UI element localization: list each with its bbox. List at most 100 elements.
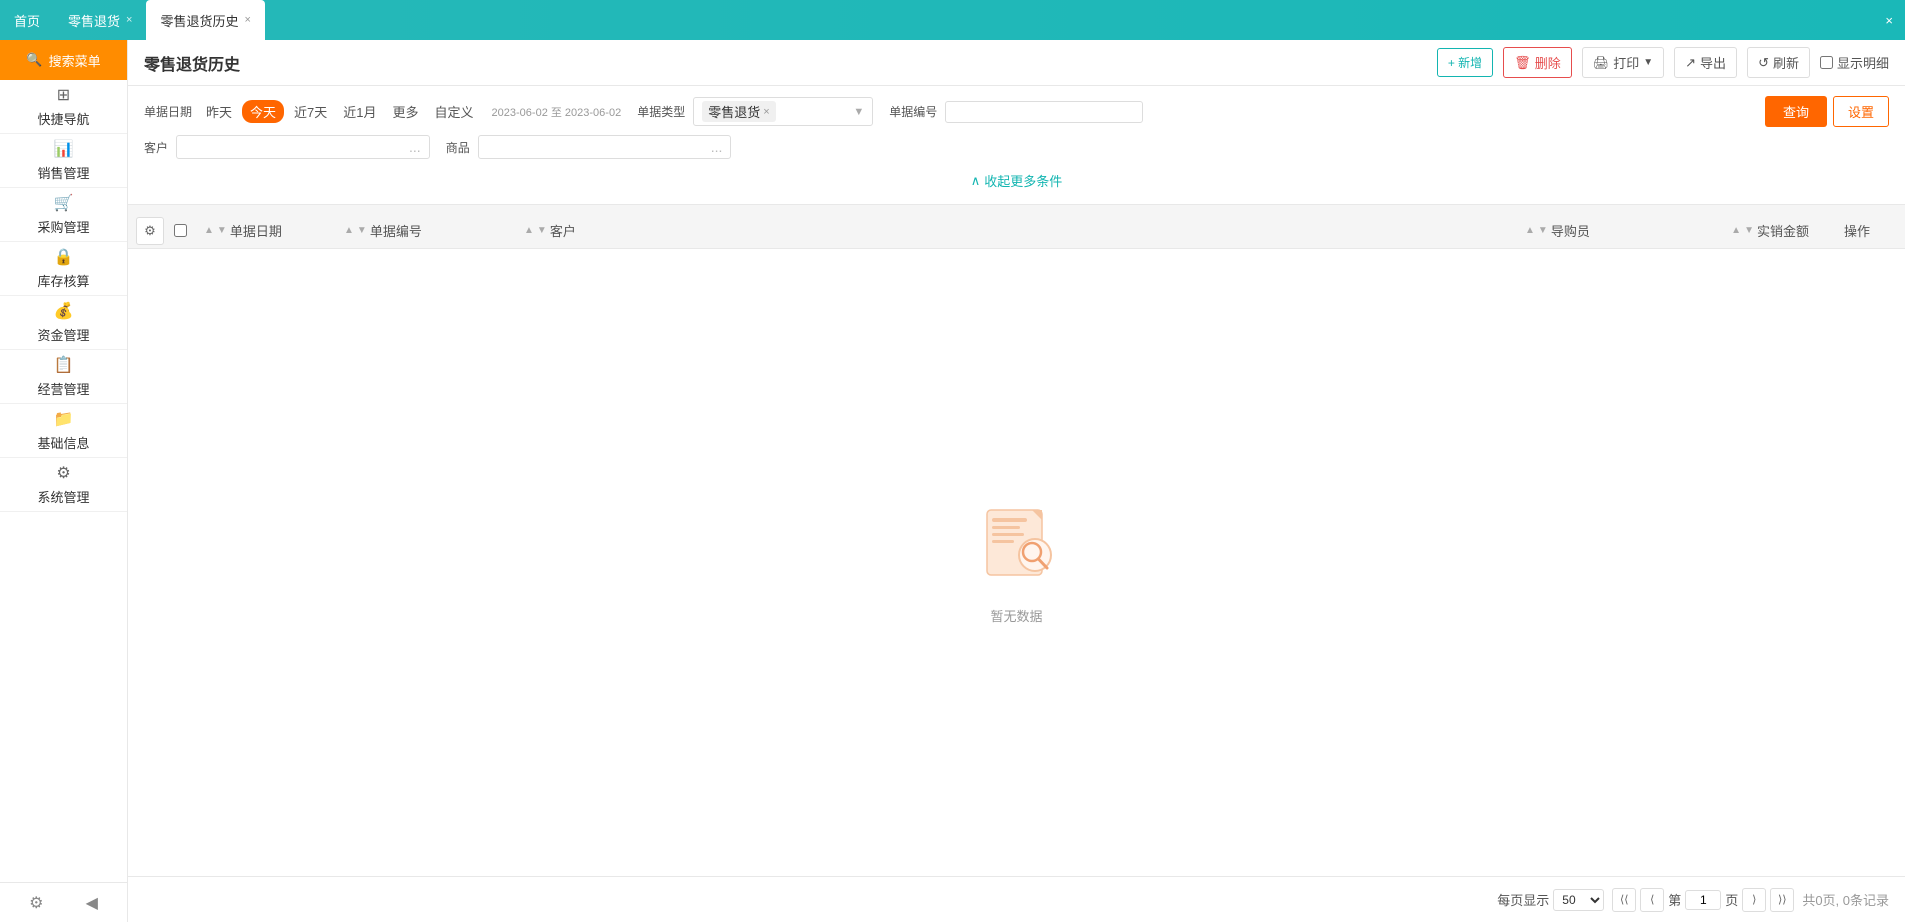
tab-return-history[interactable]: 零售退货历史 × <box>146 0 264 40</box>
tab-home[interactable]: 首页 <box>0 0 54 40</box>
table-select-all[interactable] <box>174 224 187 237</box>
settings-button[interactable]: 设置 <box>1833 96 1889 127</box>
sidebar-item-system[interactable]: ⚙ 系统管理 <box>0 458 127 512</box>
th-date[interactable]: ▲ ▼ 单据日期 <box>196 221 336 240</box>
sidebar-item-inventory[interactable]: 🔒 库存核算 <box>0 242 127 296</box>
refresh-button[interactable]: ↺ 刷新 <box>1747 47 1810 78</box>
goods-filter-label: 商品 <box>446 139 470 156</box>
th-num[interactable]: ▲ ▼ 单据编号 <box>336 221 516 240</box>
th-num-label: 单据编号 <box>370 221 422 240</box>
refresh-label: 刷新 <box>1773 53 1799 72</box>
sort-down-icon-2: ▼ <box>357 225 367 236</box>
print-dropdown-icon: ▼ <box>1643 57 1653 68</box>
sidebar-item-operations[interactable]: 📋 经营管理 <box>0 350 127 404</box>
sidebar: 🔍 搜索菜单 ⊞ 快捷导航 📊 销售管理 🛒 采购管理 🔒 库存核算 💰 <box>0 40 128 922</box>
sidebar-search[interactable]: 🔍 搜索菜单 <box>0 40 127 80</box>
delete-icon: 🗑 <box>1514 55 1531 71</box>
sort-up-icon-4: ▲ <box>1525 225 1535 236</box>
goods-input-wrap: ... <box>478 135 732 159</box>
type-tag-close[interactable]: × <box>763 106 769 118</box>
main-layout: 🔍 搜索菜单 ⊞ 快捷导航 📊 销售管理 🛒 采购管理 🔒 库存核算 💰 <box>0 40 1905 922</box>
filter-action-buttons: 查询 设置 <box>1765 96 1889 127</box>
export-button[interactable]: ↗ 导出 <box>1674 47 1737 78</box>
display-detail-label: 显示明细 <box>1837 53 1889 72</box>
page-next-btn[interactable]: ⟩ <box>1742 888 1766 912</box>
operations-icon: 📋 <box>54 355 74 375</box>
tab-return-label: 零售退货 <box>68 11 120 30</box>
th-guide[interactable]: ▲ ▼ 导购员 <box>1517 221 1697 240</box>
th-amount[interactable]: ▲ ▼ 实销金额 <box>1697 221 1817 240</box>
sidebar-item-sales[interactable]: 📊 销售管理 <box>0 134 127 188</box>
date-btn-7days[interactable]: 近7天 <box>288 100 333 123</box>
quick-nav-icon: ⊞ <box>57 85 70 105</box>
filter-row-2: 客户 ... 商品 ... <box>144 135 1889 159</box>
sort-down-icon: ▼ <box>217 225 227 236</box>
date-btn-1month[interactable]: 近1月 <box>337 100 382 123</box>
sidebar-item-finance-label: 资金管理 <box>37 325 89 344</box>
window-close-button[interactable]: × <box>1885 13 1905 28</box>
query-button[interactable]: 查询 <box>1765 96 1827 127</box>
purchase-icon: 🛒 <box>54 193 74 213</box>
th-customer[interactable]: ▲ ▼ 客户 <box>516 221 1517 240</box>
date-btn-more[interactable]: 更多 <box>387 100 425 123</box>
tab-home-label: 首页 <box>14 11 40 30</box>
empty-illustration <box>967 500 1067 590</box>
page-nav: ⟨⟨ ⟨ 第 页 ⟩ ⟩⟩ <box>1612 888 1794 912</box>
date-btn-today[interactable]: 今天 <box>242 100 284 123</box>
sort-up-icon: ▲ <box>204 225 214 236</box>
collapse-label: 收起更多条件 <box>984 171 1062 190</box>
page-input[interactable] <box>1685 890 1721 910</box>
export-label: 导出 <box>1700 53 1726 72</box>
date-btn-yesterday[interactable]: 昨天 <box>200 100 238 123</box>
delete-label: 删除 <box>1535 53 1561 72</box>
sidebar-item-base-info-label: 基础信息 <box>37 433 89 452</box>
print-label: 打印 <box>1613 53 1639 72</box>
page-prev-btn[interactable]: ⟨ <box>1640 888 1664 912</box>
sidebar-item-base-info[interactable]: 📁 基础信息 <box>0 404 127 458</box>
sort-up-icon-3: ▲ <box>524 225 534 236</box>
tab-return-close[interactable]: × <box>126 14 132 26</box>
voucher-filter-label: 单据编号 <box>889 103 937 120</box>
table-header-checkbox-cell <box>164 224 196 237</box>
goods-input[interactable] <box>487 140 707 154</box>
page-size-dropdown[interactable]: 20 50 100 <box>1553 889 1604 911</box>
sidebar-nav: ⊞ 快捷导航 📊 销售管理 🛒 采购管理 🔒 库存核算 💰 资金管理 📋 <box>0 80 127 882</box>
sort-down-icon-3: ▼ <box>537 225 547 236</box>
new-button[interactable]: + 新增 <box>1437 48 1493 77</box>
collapse-btn[interactable]: ∧ 收起更多条件 <box>144 167 1889 194</box>
table-header: ⚙ ▲ ▼ 单据日期 ▲ ▼ 单据编号 ▲ ▼ 客户 <box>128 213 1905 249</box>
customer-input-wrap: ... <box>176 135 430 159</box>
date-btn-custom[interactable]: 自定义 <box>429 100 480 123</box>
goods-placeholder-dots: ... <box>711 139 723 155</box>
sidebar-item-finance[interactable]: 💰 资金管理 <box>0 296 127 350</box>
tab-return[interactable]: 零售退货 × <box>54 0 146 40</box>
th-date-label: 单据日期 <box>230 221 282 240</box>
export-icon: ↗ <box>1685 55 1696 71</box>
print-icon: 🖨 <box>1593 55 1610 71</box>
page-unit: 页 <box>1725 890 1738 909</box>
display-detail-input[interactable] <box>1820 56 1833 69</box>
th-ops-label: 操作 <box>1844 221 1870 240</box>
sidebar-item-quick-nav[interactable]: ⊞ 快捷导航 <box>0 80 127 134</box>
delete-button[interactable]: 🗑 删除 <box>1503 47 1572 78</box>
page-last-btn[interactable]: ⟩⟩ <box>1770 888 1794 912</box>
table-settings-gear[interactable]: ⚙ <box>136 217 164 245</box>
system-icon: ⚙ <box>56 463 70 483</box>
sidebar-item-purchase[interactable]: 🛒 采购管理 <box>0 188 127 242</box>
customer-input[interactable] <box>185 140 405 154</box>
sidebar-item-sales-label: 销售管理 <box>37 163 89 182</box>
collapse-up-icon: ∧ <box>971 173 981 189</box>
base-info-icon: 📁 <box>54 409 74 429</box>
sidebar-collapse-btn[interactable]: ◀ <box>86 893 98 913</box>
page-size-select: 每页显示 20 50 100 <box>1497 889 1604 911</box>
table-area: ⚙ ▲ ▼ 单据日期 ▲ ▼ 单据编号 ▲ ▼ 客户 <box>128 213 1905 876</box>
page-first-btn[interactable]: ⟨⟨ <box>1612 888 1636 912</box>
type-selector[interactable]: 零售退货 × ▼ <box>693 97 873 126</box>
page-total: 共0页, 0条记录 <box>1802 890 1889 909</box>
date-filter-group: 单据日期 昨天 今天 近7天 近1月 更多 自定义 2023-06-02 至 2… <box>144 100 621 123</box>
tab-return-history-close[interactable]: × <box>244 14 250 26</box>
voucher-input[interactable] <box>954 105 1134 119</box>
sidebar-settings-btn[interactable]: ⚙ <box>29 893 43 913</box>
sidebar-item-inventory-label: 库存核算 <box>37 271 89 290</box>
print-button[interactable]: 🖨 打印 ▼ <box>1582 47 1664 78</box>
